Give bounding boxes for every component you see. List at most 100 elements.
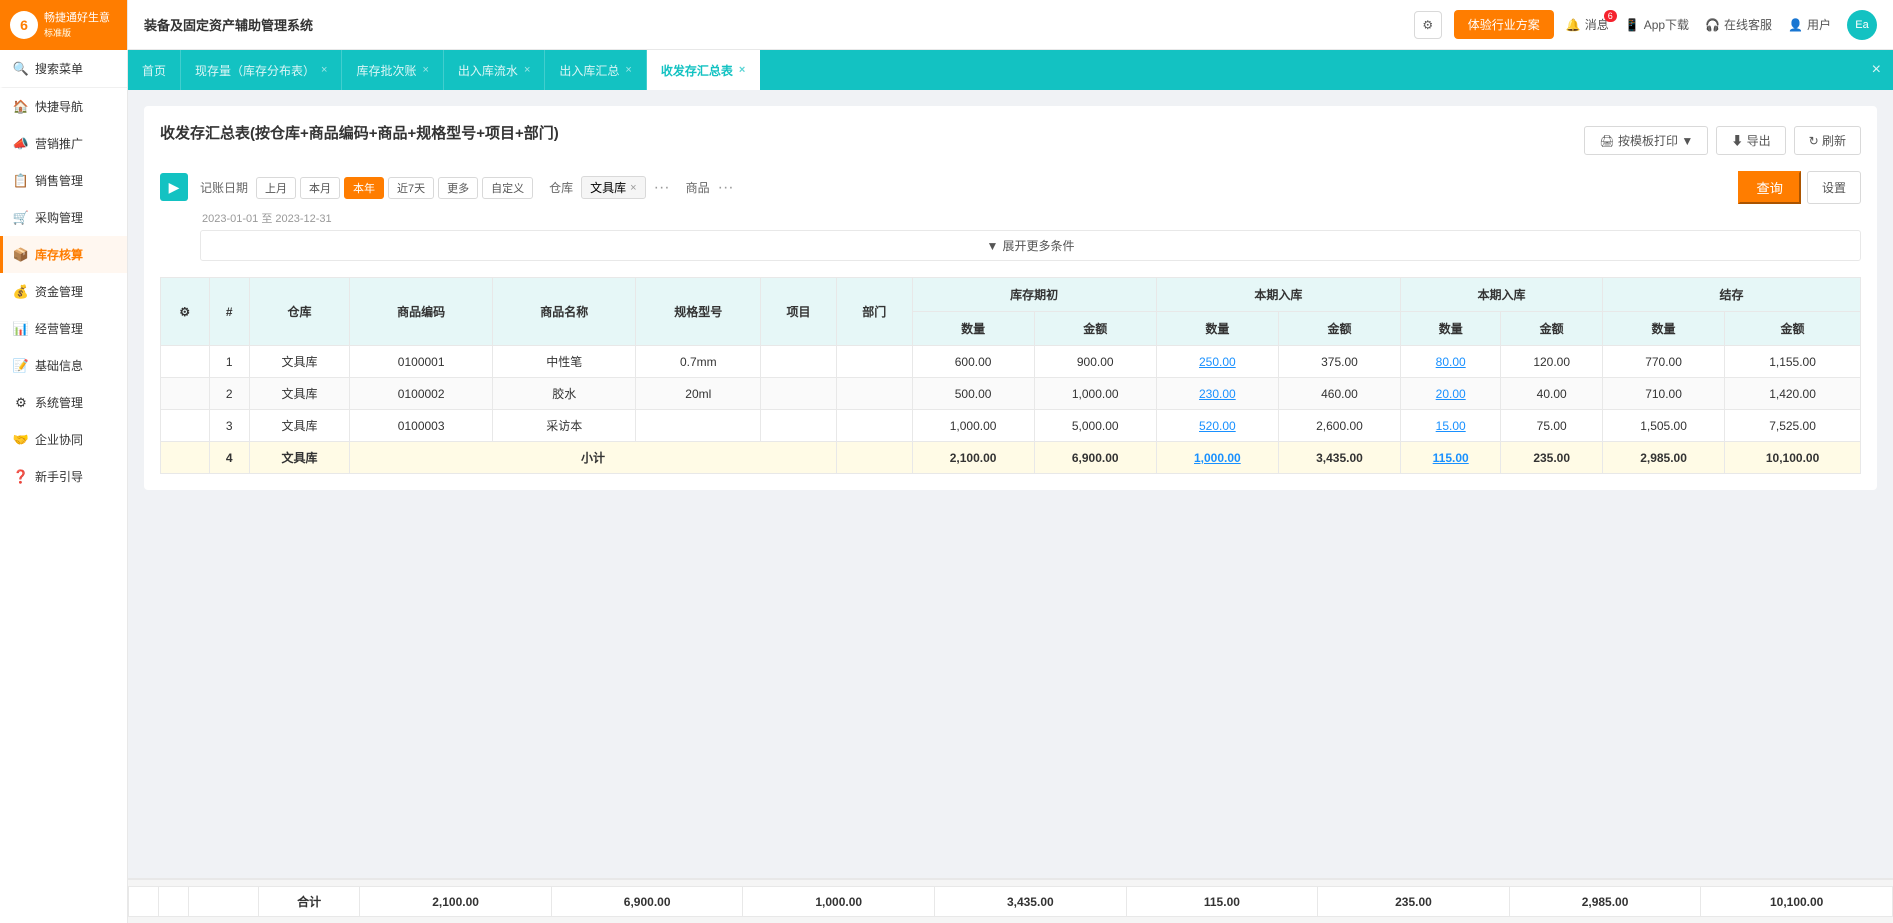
sidebar-item-guide[interactable]: ❓ 新手引导: [0, 458, 127, 495]
sidebar-item-collab[interactable]: 🤝 企业协同: [0, 421, 127, 458]
date-btn-last-month[interactable]: 上月: [256, 177, 296, 199]
sidebar-item-basic[interactable]: 📝 基础信息: [0, 347, 127, 384]
subtotal-dept: [836, 442, 912, 474]
tab-close-batch[interactable]: ×: [422, 64, 428, 76]
sidebar-item-quick-nav[interactable]: 🏠 快捷导航: [0, 88, 127, 125]
tab-close-inout-flow[interactable]: ×: [524, 64, 530, 76]
row2-out-qty-link[interactable]: 20.00: [1436, 387, 1466, 401]
th-close-amt: 金额: [1725, 312, 1861, 346]
print-button[interactable]: 🖨 按模板打印 ▼: [1584, 126, 1708, 155]
date-btn-this-month[interactable]: 本月: [300, 177, 340, 199]
sidebar-item-finance[interactable]: 💰 资金管理: [0, 273, 127, 310]
logo-icon: 6: [10, 11, 38, 39]
date-btn-this-year[interactable]: 本年: [344, 177, 384, 199]
sidebar-item-system[interactable]: ⚙ 系统管理: [0, 384, 127, 421]
sidebar-item-search[interactable]: 🔍 搜索菜单: [0, 50, 127, 88]
expand-conditions-btn[interactable]: ▼ 展开更多条件: [200, 230, 1861, 261]
row3-code: 0100003: [350, 410, 493, 442]
date-btn-more[interactable]: 更多: [438, 177, 478, 199]
sidebar-item-inventory[interactable]: 📦 库存核算: [0, 236, 127, 273]
total-out-qty: 115.00: [1126, 887, 1318, 917]
sidebar-item-sales[interactable]: 📋 销售管理: [0, 162, 127, 199]
subtotal-out-qty[interactable]: 115.00: [1401, 442, 1501, 474]
total-label: 合计: [259, 887, 360, 917]
row1-in-amt: 375.00: [1278, 346, 1400, 378]
online-service-btn[interactable]: 🎧 在线客服: [1705, 16, 1772, 33]
row1-in-qty-link[interactable]: 250.00: [1199, 355, 1236, 369]
clipboard-icon: 📋: [13, 173, 29, 189]
table-row: 1 文具库 0100001 中性笔 0.7mm 600.00 900.00 25…: [161, 346, 1861, 378]
row2-in-qty-link[interactable]: 230.00: [1199, 387, 1236, 401]
filter-toggle-btn[interactable]: ▶: [160, 173, 188, 201]
subtotal-in-amt: 3,435.00: [1278, 442, 1400, 474]
app-download-btn[interactable]: 📱 App下载: [1625, 16, 1689, 33]
th-group-out: 本期入库: [1401, 278, 1603, 312]
th-open-qty: 数量: [912, 312, 1034, 346]
th-out-qty: 数量: [1401, 312, 1501, 346]
money-icon: 💰: [13, 284, 29, 300]
filter-settings-button[interactable]: 设置: [1807, 171, 1861, 204]
date-btn-custom[interactable]: 自定义: [482, 177, 533, 199]
handshake-icon: 🤝: [13, 432, 29, 448]
tab-batch[interactable]: 库存批次账 ×: [342, 50, 443, 90]
subtotal-out-amt: 235.00: [1501, 442, 1603, 474]
subtotal-warehouse: 文具库: [249, 442, 349, 474]
user-btn[interactable]: 👤 用户: [1788, 16, 1831, 33]
warehouse-tag-remove[interactable]: ×: [630, 182, 636, 194]
total-open-qty: 2,100.00: [360, 887, 552, 917]
tab-bar-close-btn[interactable]: ×: [1860, 61, 1893, 79]
total-row: 合计 2,100.00 6,900.00 1,000.00 3,435.00 1…: [129, 887, 1893, 917]
query-button[interactable]: 查询: [1738, 171, 1801, 204]
row1-out-qty[interactable]: 80.00: [1401, 346, 1501, 378]
subtotal-in-qty-link[interactable]: 1,000.00: [1194, 451, 1241, 465]
th-settings[interactable]: ⚙: [161, 278, 210, 346]
tab-inout-summary[interactable]: 出入库汇总 ×: [545, 50, 646, 90]
row2-out-qty[interactable]: 20.00: [1401, 378, 1501, 410]
subtotal-out-qty-link[interactable]: 115.00: [1433, 451, 1469, 465]
sidebar-item-purchase[interactable]: 🛒 采购管理: [0, 199, 127, 236]
tab-stock-dist[interactable]: 现存量（库存分布表） ×: [181, 50, 342, 90]
data-table: ⚙ # 仓库 商品编码 商品名称 规格型号 项目 部门 库存期初 本期入库 本期…: [160, 277, 1861, 474]
date-btn-7days[interactable]: 近7天: [388, 177, 434, 199]
user-icon: 👤: [1788, 18, 1803, 32]
trial-button[interactable]: 体验行业方案: [1454, 10, 1554, 39]
row3-out-qty[interactable]: 15.00: [1401, 410, 1501, 442]
row3-in-qty[interactable]: 520.00: [1156, 410, 1278, 442]
refresh-button[interactable]: ↻ 刷新: [1794, 126, 1861, 155]
row1-out-qty-link[interactable]: 80.00: [1436, 355, 1466, 369]
tab-recv-send-summary[interactable]: 收发存汇总表 ×: [647, 50, 760, 90]
row3-in-qty-link[interactable]: 520.00: [1199, 419, 1236, 433]
export-button[interactable]: ⬇ 导出: [1716, 126, 1785, 155]
chart-icon: 📊: [13, 321, 29, 337]
tab-close-inout-summary[interactable]: ×: [625, 64, 631, 76]
sidebar-item-operation[interactable]: 📊 经营管理: [0, 310, 127, 347]
th-no: #: [209, 278, 249, 346]
goods-more[interactable]: ···: [718, 179, 734, 197]
subtotal-in-qty[interactable]: 1,000.00: [1156, 442, 1278, 474]
tab-inout-flow[interactable]: 出入库流水 ×: [444, 50, 545, 90]
total-out-amt: 235.00: [1318, 887, 1510, 917]
total-in-amt: 3,435.00: [935, 887, 1127, 917]
table-settings-icon[interactable]: ⚙: [179, 305, 190, 319]
tab-close-recv-send-summary[interactable]: ×: [739, 64, 745, 76]
row2-out-amt: 40.00: [1501, 378, 1603, 410]
row3-out-qty-link[interactable]: 15.00: [1436, 419, 1466, 433]
date-range: 2023-01-01 至 2023-12-31: [200, 210, 1861, 226]
messages-btn[interactable]: 🔔 消息 6: [1566, 16, 1609, 33]
warehouse-more[interactable]: ···: [654, 179, 670, 197]
row2-name: 胶水: [493, 378, 636, 410]
warehouse-filter: 仓库 文具库 × ···: [549, 176, 669, 199]
th-in-qty: 数量: [1156, 312, 1278, 346]
row3-warehouse: 文具库: [249, 410, 349, 442]
sidebar-nav: 🔍 搜索菜单 🏠 快捷导航 📣 营销推广 📋 销售管理 🛒 采购管理 📦 库存核…: [0, 50, 127, 923]
tab-home[interactable]: 首页: [128, 50, 181, 90]
row1-in-qty[interactable]: 250.00: [1156, 346, 1278, 378]
tab-close-stock-dist[interactable]: ×: [321, 64, 327, 76]
settings-button[interactable]: ⚙: [1414, 11, 1442, 39]
sidebar-item-marketing[interactable]: 📣 营销推广: [0, 125, 127, 162]
row2-in-qty[interactable]: 230.00: [1156, 378, 1278, 410]
mobile-icon: 📱: [1625, 18, 1640, 32]
user-avatar[interactable]: Ea: [1847, 10, 1877, 40]
th-in-amt: 金额: [1278, 312, 1400, 346]
row3-no: 3: [209, 410, 249, 442]
